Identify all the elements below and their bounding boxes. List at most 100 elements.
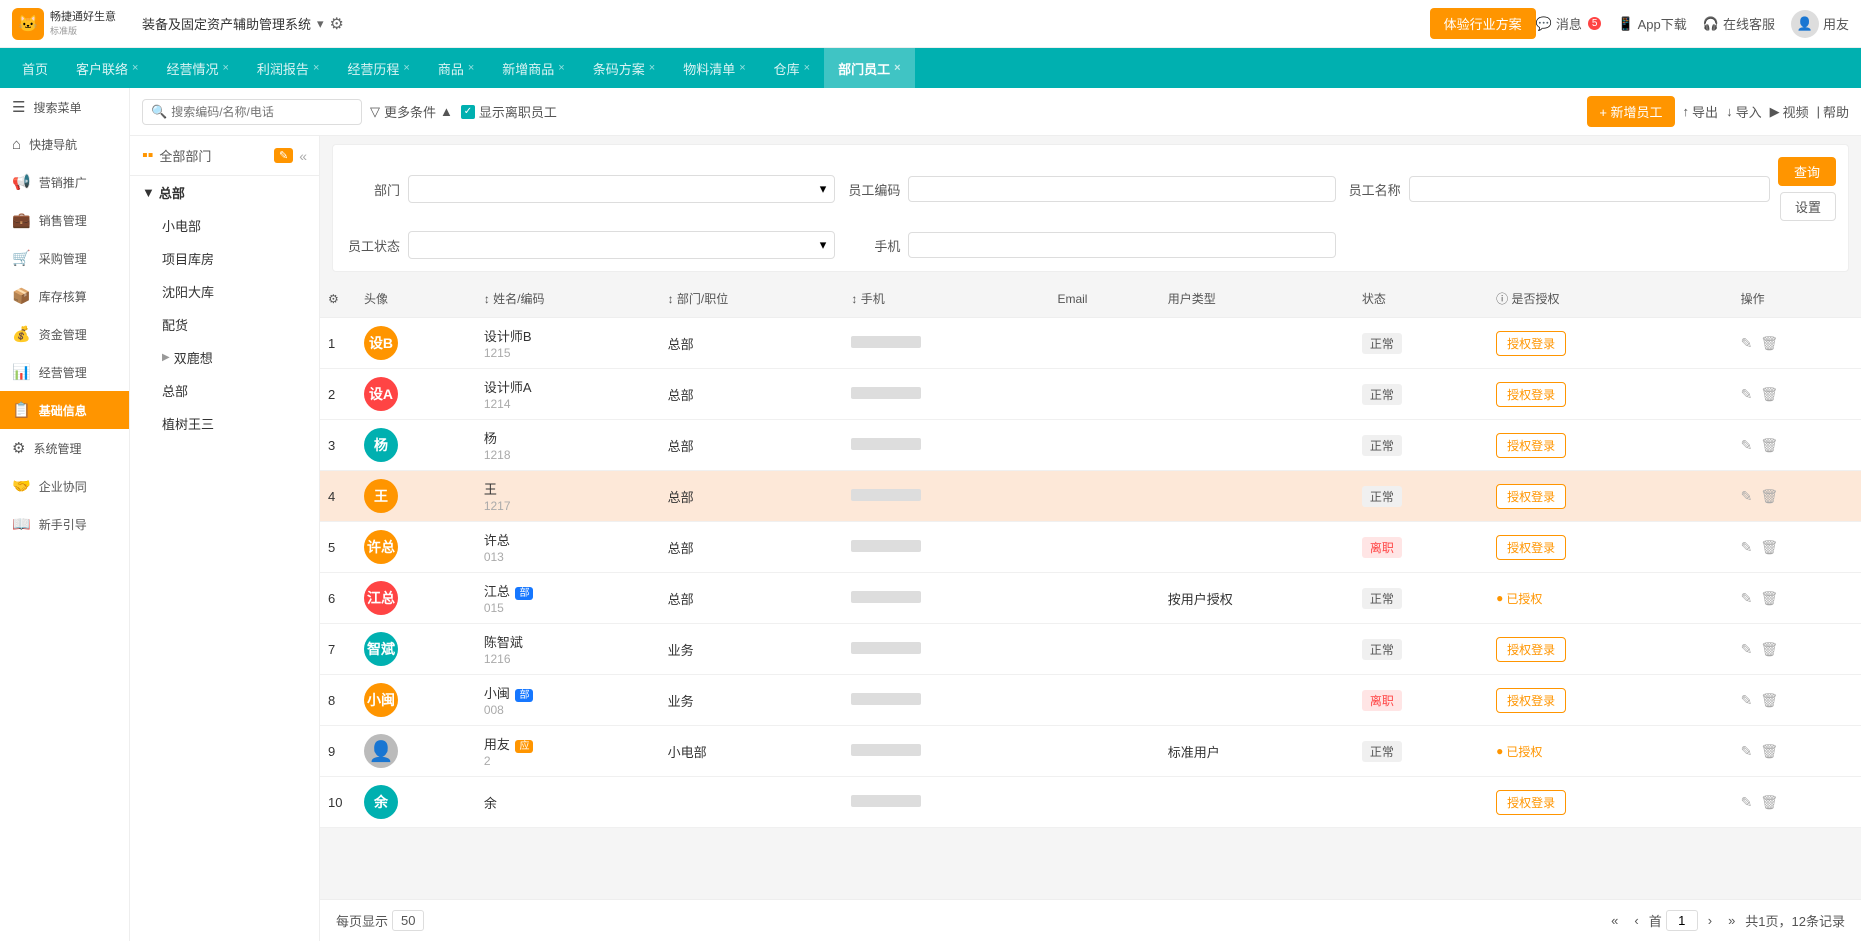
edit-icon[interactable]: ✎ [1741, 692, 1753, 709]
tab-customer[interactable]: 客户联络 × [62, 48, 152, 88]
close-icon[interactable]: × [132, 62, 138, 74]
edit-icon[interactable]: ✎ [1741, 437, 1753, 454]
tab-barcode[interactable]: 条码方案 × [579, 48, 669, 88]
edit-icon[interactable]: ✎ [1741, 488, 1753, 505]
reset-button[interactable]: 设置 [1780, 192, 1836, 221]
show-resigned-check[interactable]: ✓ 显示离职员工 [461, 102, 557, 121]
tab-operation[interactable]: 经营情况 × [152, 48, 242, 88]
th-settings[interactable]: ⚙ [320, 280, 356, 318]
dept-all-label[interactable]: 全部部门 [159, 146, 268, 165]
close-icon[interactable]: × [313, 62, 319, 74]
delete-icon[interactable]: 🗑 [1760, 794, 1778, 811]
row-auth[interactable]: 授权登录 [1488, 471, 1694, 522]
dept-node-zhishu[interactable]: 植树王三 [142, 407, 319, 440]
sidebar-item-basic[interactable]: 📋 基础信息 [0, 391, 129, 429]
row-auth[interactable]: 已授权 [1488, 726, 1694, 777]
filter-name-input[interactable] [1409, 176, 1770, 202]
close-icon[interactable]: × [649, 62, 655, 74]
last-page-button[interactable]: » [1722, 910, 1741, 931]
delete-icon[interactable]: 🗑 [1760, 437, 1778, 454]
close-icon[interactable]: × [468, 62, 474, 74]
th-name[interactable]: ↕ 姓名/编码 [476, 280, 660, 318]
next-page-button[interactable]: › [1702, 910, 1718, 931]
prev-page-button[interactable]: ‹ [1628, 910, 1644, 931]
query-button[interactable]: 查询 [1778, 157, 1836, 186]
sidebar-item-inventory[interactable]: 📦 库存核算 [0, 277, 129, 315]
page-size-value[interactable]: 50 [392, 910, 424, 931]
delete-icon[interactable]: 🗑 [1760, 488, 1778, 505]
auth-login-button[interactable]: 授权登录 [1496, 790, 1566, 815]
tab-profit[interactable]: 利润报告 × [243, 48, 333, 88]
message-button[interactable]: 💬 消息 5 [1536, 14, 1602, 33]
filter-more-button[interactable]: ▽ 更多条件 ▲ [370, 102, 453, 121]
edit-icon[interactable]: ✎ [1741, 641, 1753, 658]
row-auth[interactable]: 授权登录 [1488, 624, 1694, 675]
first-page-button[interactable]: « [1605, 910, 1624, 931]
sidebar-item-marketing[interactable]: 📢 营销推广 [0, 163, 129, 201]
view-button[interactable]: ▶ 视频 [1770, 102, 1809, 121]
row-auth[interactable]: 授权登录 [1488, 777, 1694, 828]
close-icon[interactable]: × [558, 62, 564, 74]
sidebar-item-purchase[interactable]: 🛒 采购管理 [0, 239, 129, 277]
dept-node-zongbu[interactable]: 总部 [142, 374, 319, 407]
delete-icon[interactable]: 🗑 [1760, 692, 1778, 709]
close-icon[interactable]: × [403, 62, 409, 74]
page-number-input[interactable] [1666, 910, 1698, 931]
sidebar-item-system[interactable]: ⚙ 系统管理 [0, 429, 129, 467]
search-input[interactable] [171, 105, 353, 119]
dept-edit-icon[interactable]: ✎ [274, 148, 293, 163]
tab-new-goods[interactable]: 新增商品 × [488, 48, 578, 88]
row-auth[interactable]: 授权登录 [1488, 420, 1694, 471]
dept-collapse-icon[interactable]: « [299, 148, 307, 164]
delete-icon[interactable]: 🗑 [1760, 641, 1778, 658]
edit-icon[interactable]: ✎ [1741, 794, 1753, 811]
delete-icon[interactable]: 🗑 [1760, 743, 1778, 760]
delete-icon[interactable]: 🗑 [1760, 335, 1778, 352]
sidebar-item-finance[interactable]: 💰 资金管理 [0, 315, 129, 353]
add-employee-button[interactable]: + 新增员工 [1587, 96, 1674, 127]
filter-status-select[interactable]: ▾ [408, 231, 835, 259]
row-auth[interactable]: 授权登录 [1488, 522, 1694, 573]
auth-login-button[interactable]: 授权登录 [1496, 484, 1566, 509]
th-phone[interactable]: ↕ 手机 [843, 280, 1049, 318]
sidebar-item-operation[interactable]: 📊 经营管理 [0, 353, 129, 391]
filter-dept-select[interactable]: ▾ [408, 175, 835, 203]
delete-icon[interactable]: 🗑 [1760, 539, 1778, 556]
edit-icon[interactable]: ✎ [1741, 386, 1753, 403]
filter-phone-input[interactable] [908, 232, 1335, 258]
delete-icon[interactable]: 🗑 [1760, 590, 1778, 607]
close-icon[interactable]: × [804, 62, 810, 74]
import-button[interactable]: ↓ 导入 [1726, 102, 1762, 121]
row-auth[interactable]: 已授权 [1488, 573, 1694, 624]
auth-login-button[interactable]: 授权登录 [1496, 637, 1566, 662]
close-icon[interactable]: × [894, 62, 900, 74]
sidebar-item-search[interactable]: ☰ 搜索菜单 [0, 88, 129, 126]
app-download-button[interactable]: 📱 App下载 [1617, 14, 1686, 33]
dept-node-zongbu-parent[interactable]: ▼ 总部 [130, 176, 319, 209]
dept-node-xiaodian[interactable]: 小电部 [142, 209, 319, 242]
edit-icon[interactable]: ✎ [1741, 743, 1753, 760]
tab-home[interactable]: 首页 [8, 48, 62, 88]
search-box[interactable]: 🔍 [142, 99, 362, 125]
tab-department[interactable]: 部门员工 × [824, 48, 914, 88]
row-auth[interactable]: 授权登录 [1488, 318, 1694, 369]
auth-login-button[interactable]: 授权登录 [1496, 382, 1566, 407]
row-auth[interactable]: 授权登录 [1488, 675, 1694, 726]
auth-login-button[interactable]: 授权登录 [1496, 331, 1566, 356]
dept-node-xiangmu[interactable]: 项目库房 [142, 242, 319, 275]
user-area[interactable]: 👤 用友 [1791, 10, 1849, 38]
export-button[interactable]: ↑ 导出 [1683, 102, 1719, 121]
tab-warehouse[interactable]: 仓库 × [760, 48, 824, 88]
sidebar-item-sales[interactable]: 💼 销售管理 [0, 201, 129, 239]
th-dept[interactable]: ↕ 部门/职位 [660, 280, 844, 318]
system-dropdown-icon[interactable]: ▾ [317, 16, 324, 32]
sidebar-item-quicknav[interactable]: ⌂ 快捷导航 [0, 126, 129, 163]
edit-icon[interactable]: ✎ [1741, 539, 1753, 556]
tab-history[interactable]: 经营历程 × [333, 48, 423, 88]
help-button[interactable]: | 帮助 [1817, 102, 1849, 121]
edit-icon[interactable]: ✎ [1741, 335, 1753, 352]
close-icon[interactable]: × [222, 62, 228, 74]
trial-button[interactable]: 体验行业方案 [1430, 8, 1536, 39]
close-icon[interactable]: × [739, 62, 745, 74]
edit-icon[interactable]: ✎ [1741, 590, 1753, 607]
